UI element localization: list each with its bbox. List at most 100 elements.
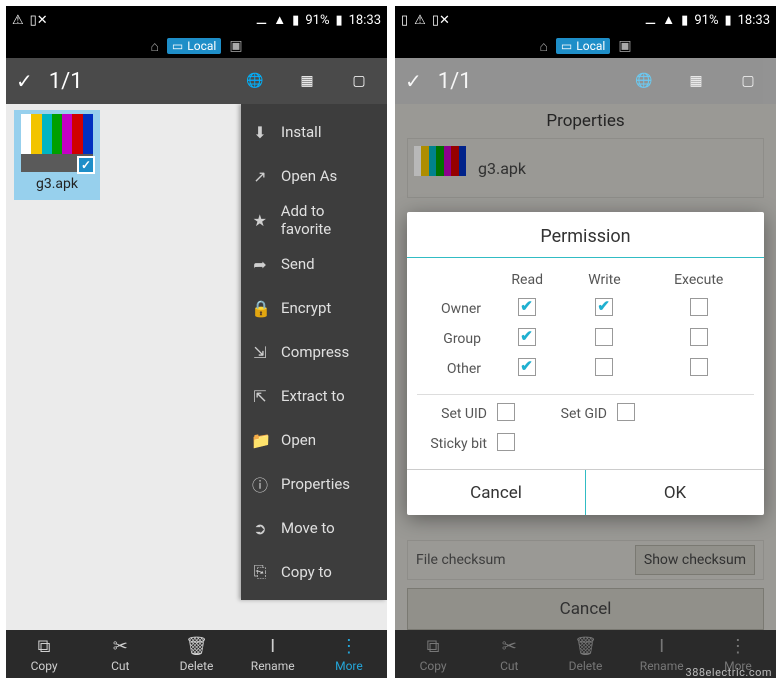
selection-count: 1/1 <box>49 69 83 94</box>
cb-group-exec[interactable] <box>690 328 708 346</box>
moveto-icon: ➲ <box>251 519 269 538</box>
permission-grid: Read Write Execute Owner Group <box>417 266 754 384</box>
cb-other-write[interactable] <box>595 358 613 376</box>
copy-icon: ⧉ <box>427 636 440 657</box>
qr-icon[interactable]: ▦ <box>289 63 325 99</box>
status-bar: ▯ ⚠ ▯✕ ⚊ ▲ ▮ 91% ▮ 18:33 <box>395 6 776 34</box>
clock: 18:33 <box>738 13 770 28</box>
bottom-delete: 🗑Delete <box>547 630 623 678</box>
menu-copy-to[interactable]: ⎘Copy to <box>241 550 387 594</box>
signal-icon: ▮ <box>681 13 688 28</box>
bottom-more[interactable]: ⋮More <box>311 630 387 678</box>
trash-icon: 🗑 <box>574 636 597 657</box>
cb-other-read[interactable] <box>518 358 536 376</box>
net-icon: 🌐 <box>626 63 662 99</box>
row-group: Group <box>417 324 489 354</box>
selection-toolbar: ✓ 1/1 🌐 ▦ ▢ <box>395 58 776 104</box>
tab-local[interactable]: ▭Local <box>167 38 221 54</box>
bottom-copy[interactable]: ⧉Copy <box>6 630 82 678</box>
home-icon[interactable]: ⌂ <box>150 38 158 55</box>
bottom-cut[interactable]: ✂Cut <box>82 630 158 678</box>
tab-strip: ⌂ ▭Local ▣ <box>6 34 387 58</box>
permission-cancel-button[interactable]: Cancel <box>407 470 586 515</box>
tab-local: ▭Local <box>556 38 610 54</box>
done-icon[interactable]: ✓ <box>16 69 33 93</box>
cb-other-exec[interactable] <box>690 358 708 376</box>
file-thumb: ✓ <box>21 114 93 172</box>
trash-icon: 🗑 <box>185 636 208 657</box>
cb-sticky-bit[interactable] <box>497 433 515 451</box>
clock: 18:33 <box>349 13 381 28</box>
battery-pct: 91% <box>694 13 718 28</box>
battery-icon: ▮ <box>335 13 342 28</box>
multi-window-icon[interactable]: ▣ <box>229 38 242 54</box>
cb-set-uid[interactable] <box>497 403 515 421</box>
menu-properties[interactable]: ⓘProperties <box>241 462 387 506</box>
bluetooth-icon: ⚊ <box>256 13 268 28</box>
folder-icon: 📁 <box>251 431 269 450</box>
menu-send[interactable]: ➦Send <box>241 242 387 286</box>
select-box-icon[interactable]: ▢ <box>341 63 377 99</box>
phone-file-manager-menu: ⚠ ▯✕ ⚊ ▲ ▮ 91% ▮ 18:33 ⌂ ▭Local ▣ ✓ 1/1 … <box>6 6 387 678</box>
net-icon[interactable]: 🌐 <box>237 63 273 99</box>
extract-icon: ⇱ <box>251 387 269 406</box>
signal-icon: ▮ <box>292 13 299 28</box>
lock-icon: 🔒 <box>251 299 269 318</box>
phone-permission-dialog: ▯ ⚠ ▯✕ ⚊ ▲ ▮ 91% ▮ 18:33 ⌂ ▭Local ▣ ✓ 1/… <box>395 6 776 678</box>
openext-icon: ↗ <box>251 167 269 186</box>
download-icon: ⬇ <box>251 123 269 142</box>
home-icon: ⌂ <box>539 38 547 55</box>
sim-no-icon: ▯✕ <box>432 13 450 28</box>
checkmark-icon: ✓ <box>77 156 95 174</box>
label-sticky-bit: Sticky bit <box>417 436 497 452</box>
copy-icon: ⧉ <box>38 636 51 657</box>
cb-group-read[interactable] <box>518 328 536 346</box>
selection-toolbar: ✓ 1/1 🌐 ▦ ▢ <box>6 58 387 104</box>
sim-no-icon: ▯ <box>401 13 408 28</box>
cb-owner-exec[interactable] <box>690 298 708 316</box>
select-box-icon: ▢ <box>730 63 766 99</box>
menu-add-favorite[interactable]: ★Add to favorite <box>241 198 387 242</box>
cb-set-gid[interactable] <box>617 403 635 421</box>
file-grid: ✓ g3.apk ⬇Install ↗Open As ★Add to favor… <box>6 104 387 630</box>
row-other: Other <box>417 354 489 384</box>
rename-icon: I <box>659 636 664 657</box>
wifi-icon: ▲ <box>662 12 675 28</box>
sim-no-icon: ▯✕ <box>30 13 48 28</box>
permission-title: Permission <box>407 212 764 258</box>
bottom-rename[interactable]: IRename <box>235 630 311 678</box>
permission-dialog: Permission Read Write Execute Owner <box>407 212 764 515</box>
send-icon: ➦ <box>251 255 269 274</box>
permission-ok-button[interactable]: OK <box>586 470 764 515</box>
file-tile[interactable]: ✓ g3.apk <box>14 110 100 200</box>
menu-install[interactable]: ⬇Install <box>241 110 387 154</box>
status-bar: ⚠ ▯✕ ⚊ ▲ ▮ 91% ▮ 18:33 <box>6 6 387 34</box>
cb-owner-write[interactable] <box>595 298 613 316</box>
bluetooth-icon: ⚊ <box>645 13 657 28</box>
bottom-delete[interactable]: 🗑Delete <box>158 630 234 678</box>
menu-extract[interactable]: ⇱Extract to <box>241 374 387 418</box>
label-set-gid: Set GID <box>537 406 617 422</box>
multi-window-icon: ▣ <box>618 38 631 54</box>
more-icon: ⋮ <box>729 636 747 657</box>
cut-icon: ✂ <box>113 636 128 657</box>
cb-owner-read[interactable] <box>518 298 536 316</box>
battery-pct: 91% <box>305 13 329 28</box>
menu-open-as[interactable]: ↗Open As <box>241 154 387 198</box>
warning-icon: ⚠ <box>414 13 426 28</box>
bottom-toolbar: ⧉Copy ✂Cut 🗑Delete IRename ⋮More <box>6 630 387 678</box>
warning-icon: ⚠ <box>12 13 24 28</box>
copyto-icon: ⎘ <box>251 562 269 582</box>
context-menu: ⬇Install ↗Open As ★Add to favorite ➦Send… <box>241 104 387 600</box>
battery-icon: ▮ <box>724 13 731 28</box>
menu-encrypt[interactable]: 🔒Encrypt <box>241 286 387 330</box>
compress-icon: ⇲ <box>251 343 269 362</box>
menu-compress[interactable]: ⇲Compress <box>241 330 387 374</box>
menu-open[interactable]: 📁Open <box>241 418 387 462</box>
menu-move-to[interactable]: ➲Move to <box>241 506 387 550</box>
bottom-copy: ⧉Copy <box>395 630 471 678</box>
done-icon: ✓ <box>405 69 422 93</box>
col-write: Write <box>565 266 643 294</box>
wifi-icon: ▲ <box>273 12 286 28</box>
cb-group-write[interactable] <box>595 328 613 346</box>
